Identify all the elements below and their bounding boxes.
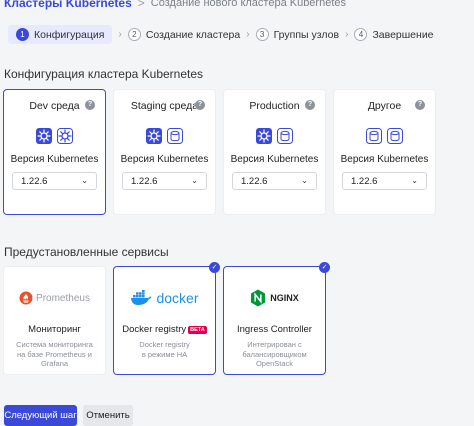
k8s-node-icon <box>146 128 162 144</box>
service-card-ingress-controller[interactable]: ✓ NGINX Ingress Controller Интегрирован … <box>224 262 330 374</box>
k8s-node-icon <box>36 128 52 144</box>
env-card-production[interactable]: Production ? Версия Kubernetes 1.22.6 ⌄ <box>224 90 325 214</box>
check-icon: ✓ <box>319 262 330 273</box>
database-icon <box>167 128 183 144</box>
prometheus-logo: Prometheus <box>4 286 105 310</box>
breadcrumb-current: Создание нового кластера Kubernetes <box>150 0 346 9</box>
step-number: 1 <box>16 28 29 41</box>
version-value: 1.22.6 <box>131 175 158 187</box>
prometheus-flame-icon <box>19 291 33 305</box>
step-number: 3 <box>255 28 269 41</box>
help-icon[interactable]: ? <box>195 100 205 110</box>
service-card-monitoring[interactable]: Prometheus Мониторинг Система мониторинг… <box>4 267 105 374</box>
version-select[interactable]: 1.22.6 ⌄ <box>122 172 207 190</box>
breadcrumb: Кластеры Kubernetes > Создание нового кл… <box>4 0 346 11</box>
k8s-node-icon <box>57 128 73 144</box>
breadcrumb-separator: > <box>137 0 145 10</box>
version-label: Версия Kubernetes <box>230 154 319 165</box>
step-configuration[interactable]: 1 Конфигурация <box>8 25 113 44</box>
check-icon: ✓ <box>209 262 220 273</box>
chevron-down-icon: ⌄ <box>301 176 308 185</box>
services-section-title: Предустановленные сервисы <box>4 245 169 259</box>
database-icon <box>366 128 382 144</box>
k8s-cluster-icon <box>256 128 272 144</box>
service-title: Мониторинг <box>28 324 81 335</box>
wizard-stepper: 1 Конфигурация › 2 Создание кластера › 3… <box>4 25 470 44</box>
help-icon[interactable]: ? <box>305 100 315 110</box>
database-icon <box>387 128 403 144</box>
chevron-down-icon: ⌄ <box>81 176 88 185</box>
step-label: Группы узлов <box>273 28 340 41</box>
breadcrumb-link-clusters[interactable]: Кластеры Kubernetes <box>4 0 132 10</box>
next-step-button[interactable]: Следующий шаг <box>4 405 77 426</box>
env-card-dev[interactable]: Dev среда ? Версия Kubernetes 1.22.6 ⌄ <box>4 90 105 214</box>
version-label: Версия Kubernetes <box>10 154 99 165</box>
service-title: Ingress Controller <box>237 324 312 335</box>
version-value: 1.22.6 <box>241 175 268 187</box>
version-select[interactable]: 1.22.6 ⌄ <box>12 172 97 190</box>
help-icon[interactable]: ? <box>415 100 425 110</box>
service-logo-text: docker <box>156 290 199 306</box>
version-select[interactable]: 1.22.6 ⌄ <box>342 172 427 190</box>
chevron-right-icon: › <box>345 29 349 40</box>
step-node-groups[interactable]: 3 Группы узлов <box>255 25 340 44</box>
version-value: 1.22.6 <box>351 175 378 187</box>
cancel-button[interactable]: Отменить <box>83 405 133 426</box>
config-section-title: Конфигурация кластера Kubernetes <box>4 67 204 81</box>
docker-whale-icon <box>131 290 152 305</box>
chevron-down-icon: ⌄ <box>191 176 198 185</box>
service-logo-text: Prometheus <box>36 292 90 304</box>
beta-badge: BETA <box>188 326 207 334</box>
version-label: Версия Kubernetes <box>120 154 209 165</box>
chevron-right-icon: › <box>246 29 250 40</box>
help-icon[interactable]: ? <box>85 100 95 110</box>
chevron-right-icon: › <box>118 29 122 40</box>
step-label: Завершение <box>372 28 434 41</box>
service-card-docker-registry[interactable]: ✓ docker Docker registry BETA Docker regi… <box>114 262 220 374</box>
step-label: Создание кластера <box>145 28 241 41</box>
step-finish[interactable]: 4 Завершение <box>354 25 434 44</box>
database-icon <box>277 128 293 144</box>
nginx-logo: NGINX <box>224 286 325 310</box>
service-title-text: Docker registry <box>122 324 187 335</box>
step-cluster-creation[interactable]: 2 Создание кластера <box>127 25 241 44</box>
service-description: Система мониторинга на базе Prometheus и… <box>16 340 93 368</box>
service-description: Docker registry в режиме HA <box>139 340 190 359</box>
env-card-staging[interactable]: Staging среда ? Версия Kubernetes 1.22.6… <box>114 90 215 214</box>
step-number: 4 <box>354 28 368 41</box>
chevron-down-icon: ⌄ <box>411 176 418 185</box>
service-logo-text: NGINX <box>270 293 299 303</box>
step-label: Конфигурация <box>34 28 105 41</box>
docker-logo: docker <box>114 286 215 310</box>
env-card-other[interactable]: Другое ? Версия Kubernetes 1.22.6 ⌄ <box>334 90 435 214</box>
service-description: Интегрирован с балансировщиком OpenStack <box>242 340 307 368</box>
version-select[interactable]: 1.22.6 ⌄ <box>232 172 317 190</box>
nginx-hexagon-icon <box>251 289 266 307</box>
step-number: 2 <box>127 28 141 41</box>
version-value: 1.22.6 <box>21 175 48 187</box>
version-label: Версия Kubernetes <box>340 154 429 165</box>
service-title: Docker registry BETA <box>114 324 215 335</box>
